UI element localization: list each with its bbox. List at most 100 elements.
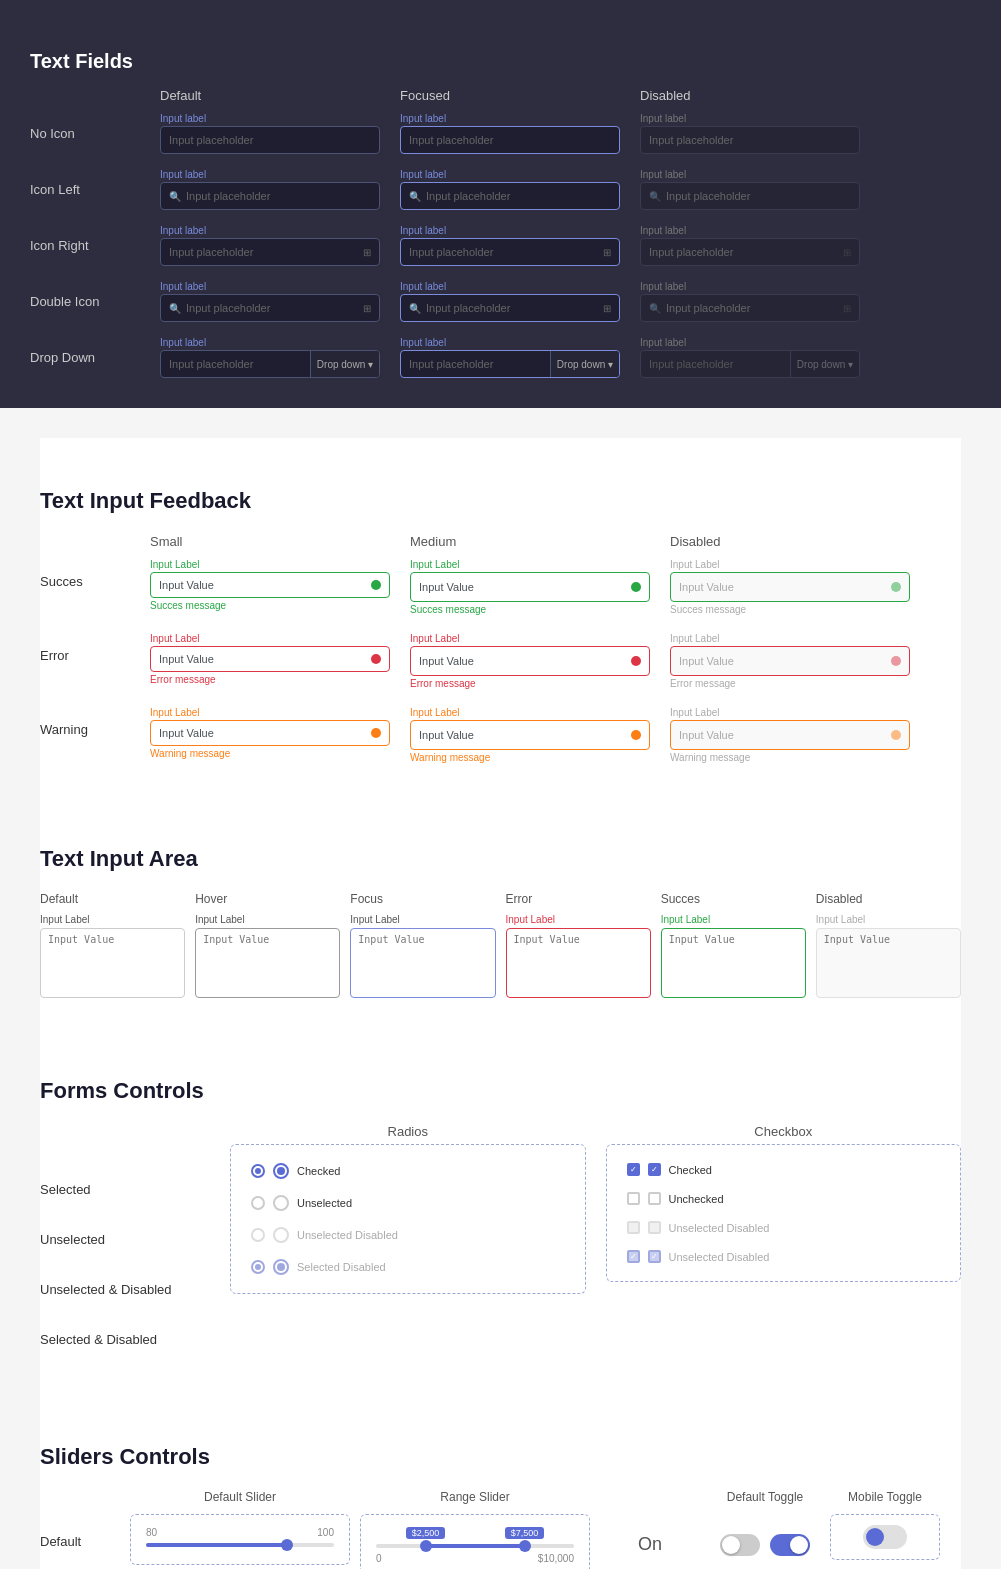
radio-unsel-disabled-outer (251, 1228, 265, 1242)
checkbox-col: Checkbox ✓ ✓ Checked Unchecked (606, 1124, 962, 1364)
range-min: 0 (376, 1553, 382, 1564)
cb-checked-inner[interactable]: ✓ (648, 1163, 661, 1176)
cb-unchecked-inner[interactable] (648, 1192, 661, 1205)
range-bubbles: $2,500 $7,500 (376, 1527, 574, 1539)
double-icon-label: Double Icon (30, 276, 150, 326)
toggle-thumb-off (722, 1536, 740, 1554)
ir-field-3: ⊞ (640, 238, 860, 266)
ir-field-2[interactable]: ⊞ (400, 238, 620, 266)
input-field-focused[interactable] (400, 126, 620, 154)
icon-left-default: Input label 🔍 (150, 164, 390, 215)
range-thumb-low[interactable] (420, 1540, 432, 1552)
dd-field-2[interactable]: Input placeholder Drop down ▾ (400, 350, 620, 378)
range-thumb-high[interactable] (519, 1540, 531, 1552)
dd-label-3: Input label (640, 337, 860, 348)
di-input-1[interactable] (186, 302, 358, 314)
default-slider-thumb[interactable] (281, 1539, 293, 1551)
radio-unselected-outer[interactable] (251, 1196, 265, 1210)
dd-select-1[interactable]: Drop down ▾ (310, 351, 379, 377)
toggle-on[interactable] (770, 1534, 810, 1556)
success-msg-1: Succes message (150, 600, 390, 611)
il-input-2[interactable] (426, 190, 611, 202)
error-field-3: Input Value (670, 646, 910, 676)
input-field-disabled (640, 126, 860, 154)
success-value-3: Input Value (679, 581, 891, 593)
cb-unchecked-outer[interactable] (627, 1192, 640, 1205)
input-label-disabled: Input label (640, 113, 860, 124)
textarea-disabled (816, 928, 961, 998)
error-field-2[interactable]: Input Value (410, 646, 650, 676)
radio-unchecked[interactable] (273, 1195, 289, 1211)
warning-row-label: Warning (40, 702, 140, 757)
dd-field-3: Input placeholder Drop down ▾ (640, 350, 860, 378)
radio-unsel-disabled-row: Unselected Disabled (246, 1219, 570, 1251)
icon-left-disabled: Input label 🔍 (630, 164, 870, 215)
di-field-1[interactable]: 🔍 ⊞ (160, 294, 380, 322)
di-grid-2: ⊞ (603, 303, 611, 314)
ir-field-1[interactable]: ⊞ (160, 238, 380, 266)
textarea-focus-header: Focus (350, 892, 495, 906)
error-field-1[interactable]: Input Value (150, 646, 390, 672)
dd-select-2[interactable]: Drop down ▾ (550, 351, 619, 377)
forms-layout: Selected Unselected Unselected & Disable… (40, 1124, 961, 1364)
di-input-2[interactable] (426, 302, 598, 314)
il-field-3: 🔍 (640, 182, 860, 210)
textarea-hover-col: Hover Input Label (195, 892, 340, 998)
textarea-hover[interactable] (195, 928, 340, 998)
dd-field-1[interactable]: Input placeholder Drop down ▾ (160, 350, 380, 378)
warning-value-1: Input Value (159, 727, 371, 739)
mobile-toggle-header: Mobile Toggle (830, 1490, 940, 1504)
radio-selected-outer[interactable] (251, 1164, 265, 1178)
success-field-1[interactable]: Input Value (150, 572, 390, 598)
range-low-bubble: $2,500 (406, 1527, 446, 1539)
success-dot-3 (891, 582, 901, 592)
input-text[interactable] (169, 134, 371, 146)
selected-label: Selected (40, 1164, 210, 1214)
textarea-success-label: Input Label (661, 914, 806, 925)
success-value-1: Input Value (159, 579, 371, 591)
textarea-default[interactable] (40, 928, 185, 998)
mobile-toggle[interactable] (863, 1525, 907, 1549)
toggle-off[interactable] (720, 1534, 760, 1556)
di-label-3: Input label (640, 281, 860, 292)
dd-select-3: Drop down ▾ (790, 351, 859, 377)
input-text-focused[interactable] (409, 134, 611, 146)
sliders-section: Sliders Controls Default Slider Range Sl… (40, 1394, 961, 1569)
textarea-focus[interactable] (350, 928, 495, 998)
success-field-3: Input Value (670, 572, 910, 602)
cb-sel-disabled-inner: ✓ (648, 1250, 661, 1263)
textarea-success-header: Succes (661, 892, 806, 906)
warning-field-2[interactable]: Input Value (410, 720, 650, 750)
radio-checked-disabled (273, 1259, 289, 1275)
ir-input-2[interactable] (409, 246, 598, 258)
di-focused: Input label 🔍 ⊞ (390, 276, 630, 327)
di-field-2[interactable]: 🔍 ⊞ (400, 294, 620, 322)
tf-col-focused: Focused (390, 88, 630, 103)
default-slider-track (146, 1543, 334, 1547)
textarea-error[interactable] (506, 928, 651, 998)
il-field-1[interactable]: 🔍 (160, 182, 380, 210)
cb-checked-outer[interactable]: ✓ (627, 1163, 640, 1176)
warning-msg-1: Warning message (150, 748, 390, 759)
il-field-2[interactable]: 🔍 (400, 182, 620, 210)
textarea-hover-label: Input Label (195, 914, 340, 925)
input-field-default[interactable] (160, 126, 380, 154)
ir-input-1[interactable] (169, 246, 358, 258)
default-slider-header: Default Slider (130, 1490, 350, 1504)
di-search-3: 🔍 (649, 303, 661, 314)
success-disabled: Input Label Input Value Succes message (660, 554, 920, 620)
radio-checked-label: Checked (297, 1165, 340, 1177)
cb-unsel-disabled-row: Unselected Disabled (622, 1213, 946, 1242)
success-field-2[interactable]: Input Value (410, 572, 650, 602)
error-row-label: Error (40, 628, 140, 683)
tf-col-default: Default (150, 88, 390, 103)
ir-label-1: Input label (160, 225, 380, 236)
icon-left-label: Icon Left (30, 164, 150, 214)
fb-col-small: Small (140, 534, 400, 549)
warning-field-1[interactable]: Input Value (150, 720, 390, 746)
textarea-success[interactable] (661, 928, 806, 998)
error-disabled: Input Label Input Value Error message (660, 628, 920, 694)
success-dot-2 (631, 582, 641, 592)
il-input-1[interactable] (186, 190, 371, 202)
radio-checked[interactable] (273, 1163, 289, 1179)
